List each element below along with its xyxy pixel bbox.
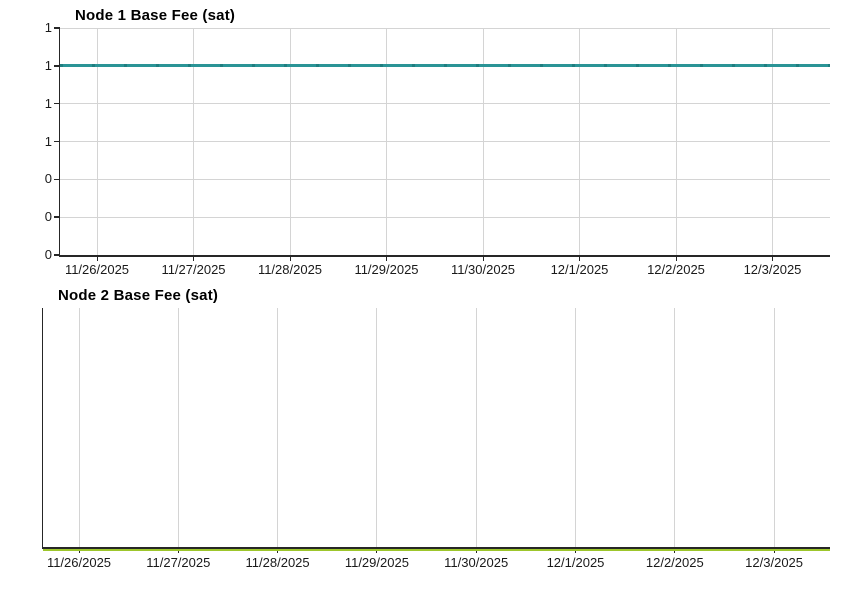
horizontal-gridline bbox=[60, 65, 830, 67]
y-axis-tick bbox=[54, 178, 60, 181]
vertical-gridline bbox=[475, 308, 477, 547]
x-tick-label: 12/2/2025 bbox=[647, 262, 705, 277]
y-tick-label: 0 bbox=[44, 247, 52, 262]
vertical-gridline bbox=[675, 28, 677, 255]
x-axis-tick bbox=[482, 255, 484, 261]
node2-chart-title: Node 2 Base Fee (sat) bbox=[58, 287, 219, 304]
x-tick-label: 12/3/2025 bbox=[745, 555, 804, 570]
vertical-gridline bbox=[674, 308, 676, 547]
base-fee-series-line bbox=[60, 64, 830, 68]
vertical-gridline bbox=[482, 28, 484, 255]
horizontal-gridline bbox=[60, 178, 830, 180]
fee-charts-dashboard: Node 1 Base Fee (sat) 11/26/2025 11/27/20… bbox=[0, 0, 860, 600]
x-tick-label: 11/29/2025 bbox=[354, 262, 419, 277]
x-axis-tick bbox=[193, 255, 194, 261]
base-fee-series-line bbox=[43, 549, 830, 551]
vertical-gridline bbox=[277, 308, 279, 547]
vertical-gridline bbox=[773, 308, 775, 547]
y-axis-tick bbox=[54, 254, 60, 256]
vertical-gridline bbox=[289, 28, 291, 255]
horizontal-gridline bbox=[60, 27, 830, 29]
x-axis-tick bbox=[376, 547, 378, 553]
vertical-gridline bbox=[575, 308, 576, 547]
x-axis-tick bbox=[386, 255, 387, 261]
x-axis-tick bbox=[674, 547, 676, 553]
x-tick-label: 12/1/2025 bbox=[546, 555, 605, 570]
y-tick-label: 0 bbox=[44, 171, 52, 187]
y-tick-label: 0 bbox=[44, 209, 52, 225]
y-axis-tick bbox=[54, 102, 60, 105]
x-axis-tick bbox=[177, 547, 179, 553]
y-axis-line bbox=[58, 28, 60, 255]
x-axis-tick bbox=[575, 547, 576, 553]
node1-chart-title: Node 1 Base Fee (sat) bbox=[75, 7, 236, 24]
x-tick-label: 11/28/2025 bbox=[257, 262, 323, 277]
y-tick-label: 1 bbox=[44, 20, 52, 35]
x-tick-label: 11/27/2025 bbox=[146, 555, 211, 570]
vertical-gridline bbox=[78, 308, 80, 547]
y-axis-tick bbox=[54, 216, 60, 218]
x-axis-tick bbox=[277, 547, 279, 553]
horizontal-gridline bbox=[60, 141, 830, 142]
x-axis-tick bbox=[772, 255, 773, 261]
x-tick-label: 12/2/2025 bbox=[645, 555, 704, 570]
y-axis-tick bbox=[54, 65, 60, 67]
x-tick-label: 11/26/2025 bbox=[64, 262, 130, 277]
vertical-gridline bbox=[386, 28, 387, 255]
vertical-gridline bbox=[96, 28, 98, 255]
x-axis-line bbox=[58, 255, 830, 257]
x-axis-tick bbox=[289, 255, 291, 261]
y-axis-line bbox=[41, 308, 43, 547]
x-tick-label: 11/27/2025 bbox=[161, 262, 226, 277]
horizontal-gridline bbox=[60, 103, 830, 105]
x-tick-label: 11/30/2025 bbox=[450, 262, 516, 277]
vertical-gridline bbox=[177, 308, 179, 547]
x-tick-label: 11/29/2025 bbox=[344, 555, 409, 570]
x-axis-tick bbox=[475, 547, 477, 553]
x-axis-tick bbox=[78, 547, 80, 553]
vertical-gridline bbox=[193, 28, 194, 255]
vertical-gridline bbox=[376, 308, 378, 547]
x-tick-label: 12/3/2025 bbox=[743, 262, 802, 277]
vertical-gridline bbox=[579, 28, 580, 255]
y-axis-tick bbox=[54, 27, 60, 29]
y-tick-label: 1 bbox=[44, 95, 52, 111]
node1-base-fee-chart: Node 1 Base Fee (sat) 11/26/2025 11/27/20… bbox=[0, 0, 860, 600]
vertical-gridline bbox=[772, 28, 773, 255]
x-axis-tick bbox=[579, 255, 580, 261]
x-tick-label: 12/1/2025 bbox=[550, 262, 609, 277]
y-tick-label: 1 bbox=[44, 57, 52, 73]
node2-base-fee-chart: Node 2 Base Fee (sat) 11/26/2025 11/27/20… bbox=[0, 0, 860, 600]
x-tick-label: 11/30/2025 bbox=[444, 555, 509, 570]
x-tick-label: 11/26/2025 bbox=[46, 555, 112, 570]
x-axis-tick bbox=[773, 547, 775, 553]
x-axis-tick bbox=[675, 255, 677, 261]
horizontal-gridline bbox=[60, 216, 830, 218]
x-tick-label: 11/28/2025 bbox=[245, 555, 310, 570]
y-axis-tick bbox=[54, 140, 60, 143]
x-axis-line bbox=[41, 547, 830, 549]
x-axis-tick bbox=[96, 255, 98, 261]
y-tick-label: 1 bbox=[44, 133, 52, 149]
